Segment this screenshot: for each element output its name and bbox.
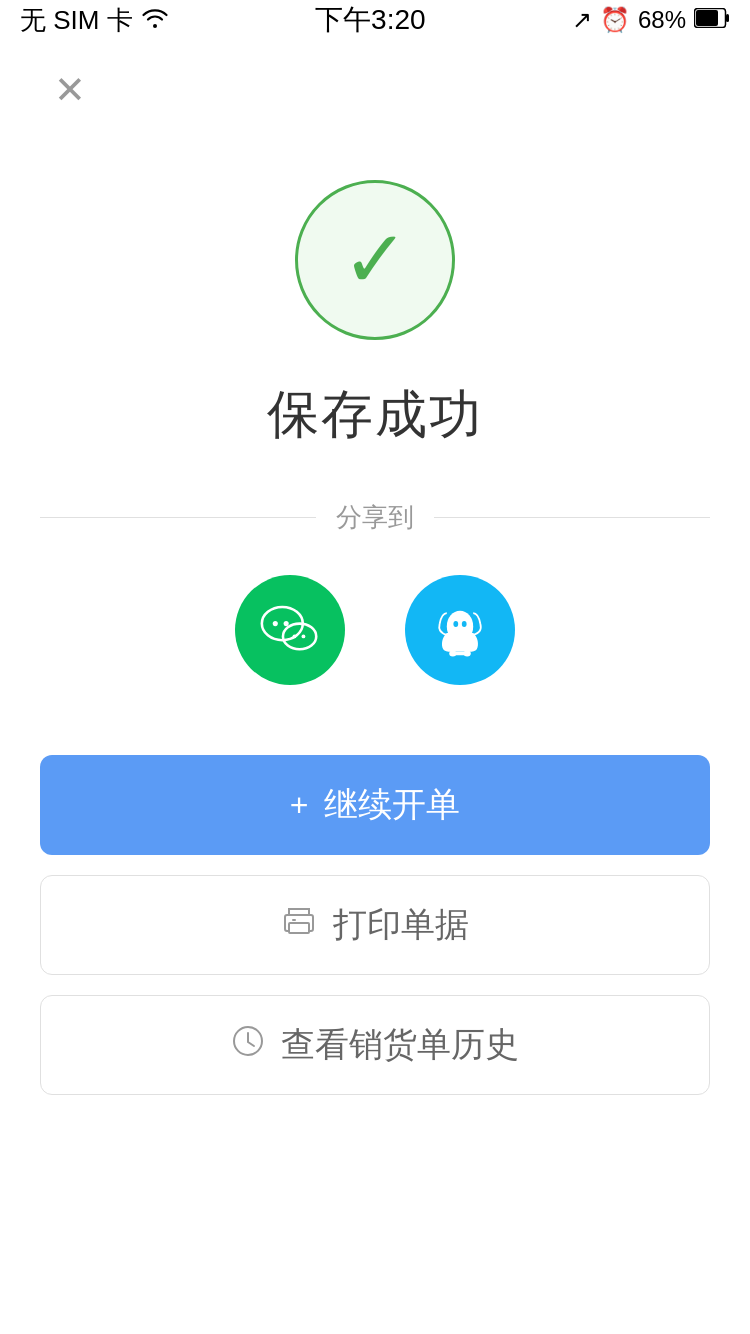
svg-point-4 — [273, 621, 278, 626]
action-buttons: + 继续开单 打印单据 查看销货单历史 — [40, 755, 710, 1095]
print-label: 打印单据 — [333, 902, 469, 948]
history-button[interactable]: 查看销货单历史 — [40, 995, 710, 1095]
print-icon — [281, 905, 317, 945]
share-label: 分享到 — [336, 500, 414, 535]
svg-point-8 — [302, 634, 306, 638]
battery-text: 68% — [638, 6, 686, 34]
wechat-icon — [258, 598, 322, 662]
status-right: ↗ ⏰ 68% — [572, 6, 730, 34]
alarm-icon: ⏰ — [600, 6, 630, 34]
svg-rect-1 — [696, 10, 718, 26]
location-icon: ↗ — [572, 6, 592, 34]
divider-left — [40, 517, 316, 518]
qq-icon — [430, 600, 490, 660]
wifi-icon — [141, 5, 169, 36]
share-icons — [235, 575, 515, 685]
success-circle: ✓ — [295, 180, 455, 340]
status-bar: 无 SIM 卡 下午3:20 ↗ ⏰ 68% — [0, 0, 750, 40]
history-icon — [231, 1024, 265, 1066]
svg-point-10 — [453, 621, 458, 627]
wechat-share-button[interactable] — [235, 575, 345, 685]
svg-point-7 — [293, 634, 297, 638]
plus-icon: + — [290, 787, 309, 824]
svg-rect-16 — [289, 923, 309, 933]
svg-point-5 — [284, 621, 289, 626]
status-left: 无 SIM 卡 — [20, 3, 169, 38]
svg-rect-2 — [726, 14, 729, 22]
svg-point-14 — [464, 650, 471, 656]
share-divider: 分享到 — [40, 500, 710, 535]
history-label: 查看销货单历史 — [281, 1022, 519, 1068]
continue-button[interactable]: + 继续开单 — [40, 755, 710, 855]
divider-right — [434, 517, 710, 518]
battery-icon — [694, 6, 730, 34]
carrier-text: 无 SIM 卡 — [20, 3, 133, 38]
qq-share-button[interactable] — [405, 575, 515, 685]
status-time: 下午3:20 — [315, 1, 426, 39]
success-title: 保存成功 — [267, 380, 483, 450]
check-icon: ✓ — [342, 220, 409, 300]
share-section: 分享到 — [40, 500, 710, 685]
svg-point-11 — [462, 621, 467, 627]
close-button[interactable]: ✕ — [40, 60, 100, 120]
continue-label: 继续开单 — [324, 782, 460, 828]
svg-rect-17 — [292, 919, 296, 921]
close-icon: ✕ — [54, 71, 86, 109]
svg-point-6 — [283, 624, 316, 650]
print-button[interactable]: 打印单据 — [40, 875, 710, 975]
svg-point-13 — [449, 650, 456, 656]
main-content: ✕ ✓ 保存成功 分享到 — [0, 40, 750, 1334]
